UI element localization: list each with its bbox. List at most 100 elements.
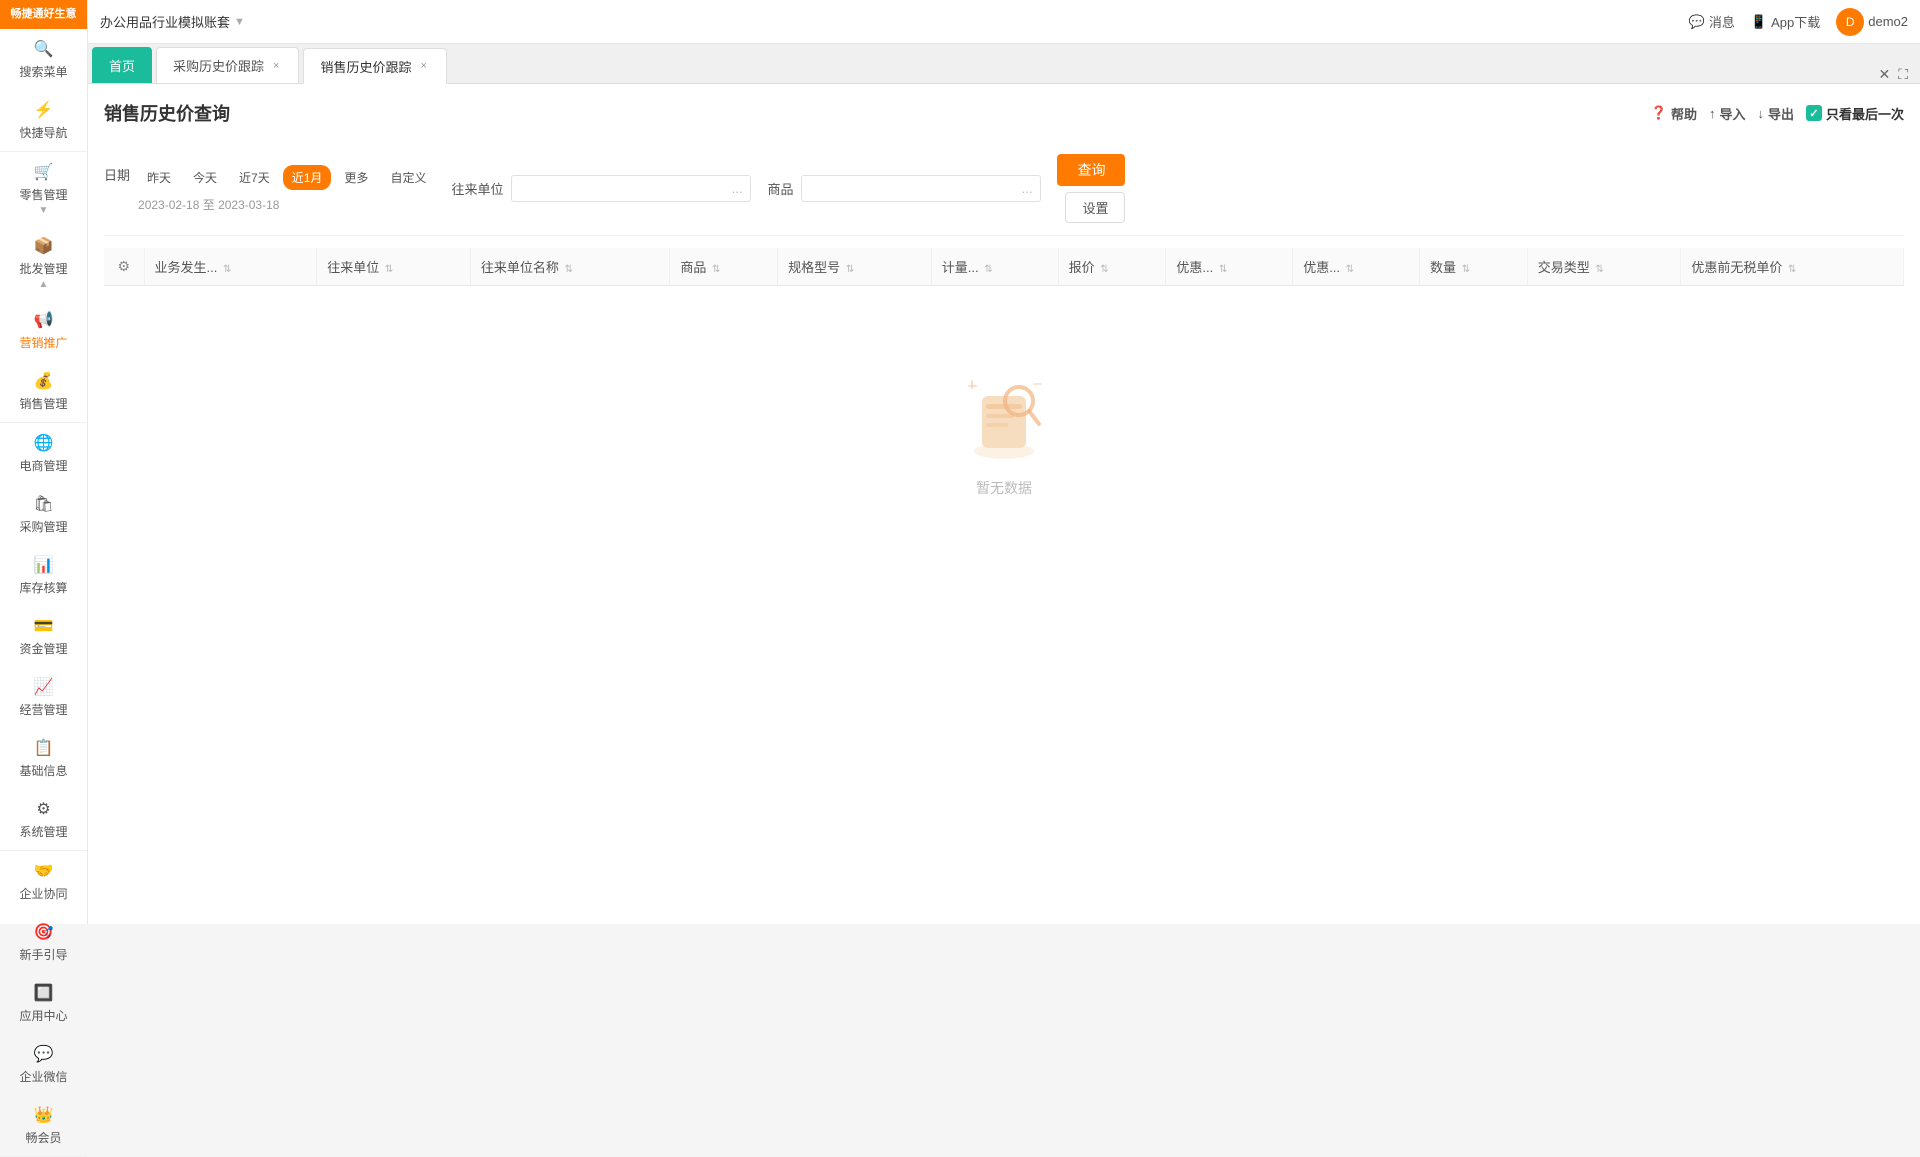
close-window-icon[interactable]: ✕ [1878,66,1890,83]
th-partner-code-label: 往来单位 [327,260,379,275]
sidebar-item-label: 库存核算 [19,579,67,596]
th-goods[interactable]: 商品 ⇅ [670,248,778,286]
ecommerce-icon: 🌐 [34,433,54,453]
export-icon: ↓ [1757,106,1764,121]
tab-home[interactable]: 首页 [92,47,152,83]
sidebar-item-system[interactable]: ⚙ 系统管理 [0,789,87,850]
th-biz-date-label: 业务发生... [155,260,218,275]
th-pretax-price[interactable]: 优惠前无税单价 ⇅ [1681,248,1904,286]
finance-icon: 💳 [34,616,54,636]
sidebar-item-member[interactable]: 👑 畅会员 [0,1095,87,1156]
tab-sales-close[interactable]: × [417,59,429,73]
sort-icon: ⇅ [1100,264,1108,275]
app-icon: 📱 [1751,14,1767,30]
sidebar-item-marketing[interactable]: 📢 营销推广 [0,300,87,361]
sort-icon: ⇅ [712,264,720,275]
th-partner-code[interactable]: 往来单位 ⇅ [317,248,471,286]
th-unit[interactable]: 计量... ⇅ [931,248,1058,286]
sidebar-item-apps[interactable]: 🔲 应用中心 [0,973,87,1034]
th-quote[interactable]: 报价 ⇅ [1058,248,1166,286]
th-spec[interactable]: 规格型号 ⇅ [778,248,932,286]
date-btn-today[interactable]: 今天 [184,165,226,190]
th-discount2-label: 优惠... [1303,260,1340,275]
settings-button[interactable]: 设置 [1065,192,1125,223]
th-biz-date[interactable]: 业务发生... ⇅ [144,248,317,286]
sidebar-item-basic[interactable]: 📋 基础信息 [0,728,87,789]
th-partner-name-label: 往来单位名称 [481,260,559,275]
message-action[interactable]: 💬 消息 [1689,12,1735,31]
topbar: 办公用品行业模拟账套 ▼ 💬 消息 📱 App下载 D demo2 [88,0,1920,44]
table-header-row: ⚙ 业务发生... ⇅ 往来单位 ⇅ 往来单位名称 ⇅ [104,248,1904,286]
page-title-actions: ❓ 帮助 ↑ 导入 ↓ 导出 ✓ 只看最后一次 [1651,104,1904,123]
tab-purchase-close[interactable]: × [270,59,282,73]
sidebar-item-purchase[interactable]: 🛍 采购管理 [0,484,87,545]
sidebar-item-label: 资金管理 [19,640,67,657]
th-partner-name[interactable]: 往来单位名称 ⇅ [470,248,670,286]
date-btn-custom[interactable]: 自定义 [381,165,435,190]
apps-icon: 🔲 [34,983,54,1003]
sort-icon: ⇅ [223,264,231,275]
user-menu[interactable]: D demo2 [1836,8,1908,36]
th-discount1-label: 优惠... [1176,260,1213,275]
basic-icon: 📋 [34,738,54,758]
th-quantity[interactable]: 数量 ⇅ [1420,248,1528,286]
sidebar-item-wechat[interactable]: 💬 企业微信 [0,1034,87,1095]
th-unit-label: 计量... [942,260,979,275]
sidebar-item-sales[interactable]: 💰 销售管理 [0,361,87,422]
sort-icon: ⇅ [1595,264,1603,275]
empty-illustration [954,366,1054,466]
sidebar-item-wholesale[interactable]: 📦 批发管理 ▲ [0,226,87,300]
partner-input[interactable]: ... [511,175,751,202]
th-quote-label: 报价 [1069,260,1095,275]
sidebar-item-operations[interactable]: 📈 经营管理 [0,667,87,728]
only-last-toggle[interactable]: ✓ 只看最后一次 [1806,104,1904,123]
partner-label: 往来单位 [451,179,503,198]
date-btn-last1m[interactable]: 近1月 [283,165,332,190]
table-settings-icon[interactable]: ⚙ [117,258,130,274]
import-action[interactable]: ↑ 导入 [1709,104,1746,123]
goods-input[interactable]: ... [801,175,1041,202]
query-button[interactable]: 查询 [1057,154,1125,186]
export-action[interactable]: ↓ 导出 [1757,104,1794,123]
sales-icon: 💰 [34,371,54,391]
date-btn-more[interactable]: 更多 [335,165,377,190]
topbar-title-dropdown[interactable]: 办公用品行业模拟账套 ▼ [100,12,245,31]
tab-purchase-label: 采购历史价跟踪 [173,56,264,75]
sidebar-item-finance[interactable]: 💳 资金管理 [0,606,87,667]
dropdown-arrow-icon: ▼ [234,16,245,28]
sidebar-item-inventory[interactable]: 📊 库存核算 [0,545,87,606]
tab-sales-label: 销售历史价跟踪 [320,57,411,76]
sidebar-item-cooperation[interactable]: 🤝 企业协同 [0,851,87,912]
cooperation-icon: 🤝 [34,861,54,881]
sidebar-item-shortcut[interactable]: ⚡ 快捷导航 [0,90,87,151]
checkbox-checked-icon[interactable]: ✓ [1806,105,1822,121]
sidebar-item-ecommerce[interactable]: 🌐 电商管理 [0,423,87,484]
chevron-up-icon: ▲ [39,279,49,290]
app-label: App下载 [1771,12,1820,31]
date-options-wrap: 昨天 今天 近7天 近1月 更多 自定义 2023-02-18 至 2023-0… [138,165,435,213]
help-action[interactable]: ❓ 帮助 [1651,104,1697,123]
sort-icon: ⇅ [984,264,992,275]
search-icon: 🔍 [34,39,54,59]
th-trade-type[interactable]: 交易类型 ⇅ [1527,248,1681,286]
date-btn-last7[interactable]: 近7天 [230,165,279,190]
empty-state: 暂无数据 [104,286,1904,578]
th-discount1[interactable]: 优惠... ⇅ [1166,248,1293,286]
topbar-title-text: 办公用品行业模拟账套 [100,12,230,31]
sidebar-item-search[interactable]: 🔍 搜索菜单 [0,29,87,90]
app-download-action[interactable]: 📱 App下载 [1751,12,1820,31]
sidebar-item-guide[interactable]: 🎯 新手引导 [0,912,87,973]
tab-sales-history[interactable]: 销售历史价跟踪 × [303,48,446,84]
tab-purchase-history[interactable]: 采购历史价跟踪 × [156,47,299,83]
sidebar-item-label: 营销推广 [19,334,67,351]
filter-row: 日期 昨天 今天 近7天 近1月 更多 自定义 2023-02-18 至 202… [104,154,1904,223]
sidebar-item-retail[interactable]: 🛒 零售管理 ▼ [0,152,87,226]
sidebar-item-label: 新手引导 [19,946,67,963]
avatar-initial: D [1846,15,1855,29]
date-btn-yesterday[interactable]: 昨天 [138,165,180,190]
filter-bar: 日期 昨天 今天 近7天 近1月 更多 自定义 2023-02-18 至 202… [104,142,1904,236]
sort-icon: ⇅ [846,264,854,275]
logo-text: 畅捷通好生意 [11,8,77,21]
maximize-window-icon[interactable]: ⛶ [1898,66,1908,83]
th-discount2[interactable]: 优惠... ⇅ [1293,248,1420,286]
